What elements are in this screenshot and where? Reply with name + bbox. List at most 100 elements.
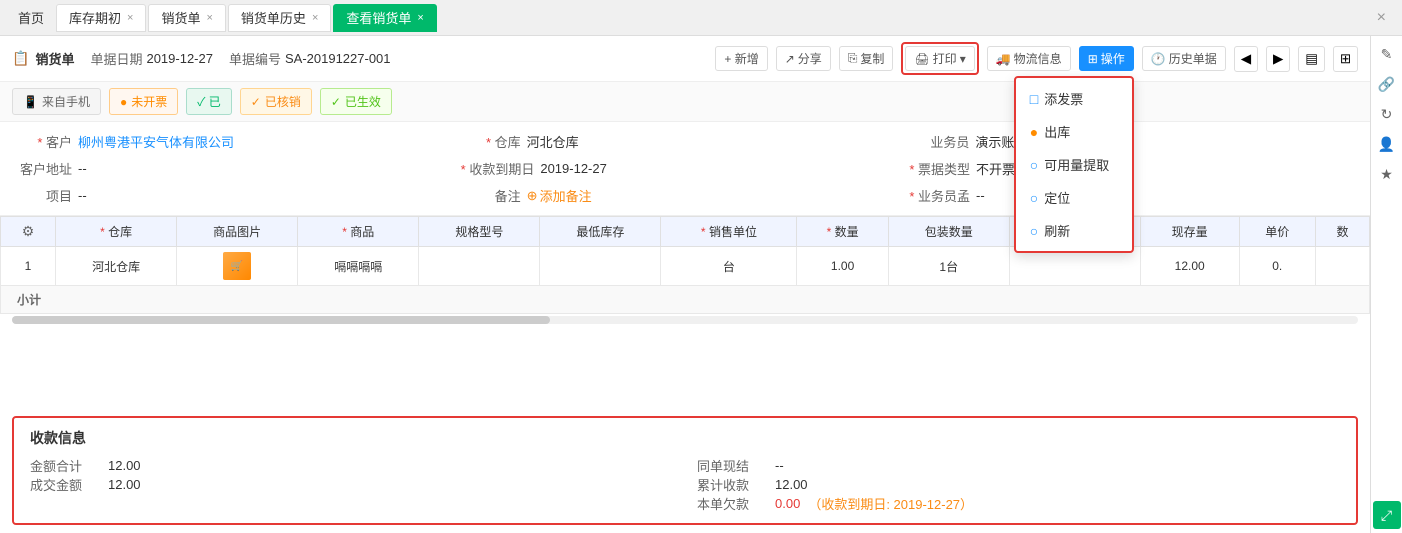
action-bar: 📱 来自手机 ● 未开票 ✓ 已 ✓ 已核销 ✓ 已生效: [0, 82, 1370, 122]
col-sales-unit: 销售单位: [661, 217, 797, 247]
current-owed-label: 本单欠款: [697, 494, 767, 513]
menu-item-refresh[interactable]: ○ 刷新: [1016, 214, 1132, 247]
logistics-button[interactable]: 🚚 物流信息: [987, 46, 1071, 71]
table-wrapper: ⚙ 仓库 商品图片 商品 规格型号 最低库存 销售单位 数量 包装数量 可用量 …: [0, 216, 1370, 408]
view-grid-button[interactable]: ⊞: [1333, 46, 1358, 72]
row-pack-qty: 1台: [888, 247, 1009, 286]
tab-sales-history[interactable]: 销货单历史 ×: [228, 4, 331, 32]
col-pack-qty: 包装数量: [888, 217, 1009, 247]
same-order-settlement-label: 同单现结: [697, 456, 767, 475]
share-button[interactable]: ↗ 分享: [776, 46, 831, 71]
available-qty-icon: ○: [1030, 157, 1038, 173]
print-highlight: 🖨 打印 ▾: [901, 42, 978, 75]
print-dropdown-icon: ▾: [960, 52, 966, 66]
effective-check-icon: ✓: [331, 95, 341, 109]
from-phone-button[interactable]: 📱 来自手机: [12, 88, 101, 115]
print-icon: 🖨: [914, 52, 929, 66]
add-note-button[interactable]: ⊕ 添加备注: [527, 186, 592, 205]
not-open-ticket-button[interactable]: ● 未开票: [109, 88, 178, 115]
toolbar: + 新增 ↗ 分享 ⎘ 复制 🖨 打印 ▾: [715, 42, 1358, 75]
doc-type-icon: 📋: [12, 50, 29, 67]
col-more: 数: [1315, 217, 1369, 247]
customer-row: 客户 柳州粤港平安气体有限公司: [12, 132, 461, 151]
payment-info-panel: 收款信息 金额合计 12.00 成交金额 12.00 同单现结 --: [12, 416, 1358, 525]
scroll-thumb[interactable]: [12, 316, 550, 324]
menu-item-locate[interactable]: ○ 定位: [1016, 181, 1132, 214]
same-order-settlement-row: 同单现结 --: [697, 456, 1340, 475]
transaction-amount-label: 成交金额: [30, 475, 100, 494]
view-list-button[interactable]: ▤: [1298, 46, 1325, 72]
current-owed-value: 0.00: [775, 496, 800, 511]
menu-item-add-invoice[interactable]: □ 添发票: [1016, 82, 1132, 115]
tab-sales-close[interactable]: ×: [206, 12, 212, 24]
cumulative-receipt-value: 12.00: [775, 477, 808, 492]
form-area: 客户 柳州粤港平安气体有限公司 仓库 河北仓库 业务员 演示账号 客户地址 --…: [0, 122, 1370, 216]
doc-meta: 单据日期 2019-12-27 单据编号 SA-20191227-001: [90, 49, 390, 68]
operations-button[interactable]: ⊞ 操作: [1079, 46, 1134, 71]
col-settings[interactable]: ⚙: [1, 217, 56, 247]
right-star-button[interactable]: ★: [1373, 160, 1401, 188]
payment-info-grid: 金额合计 12.00 成交金额 12.00 同单现结 -- 累计收款: [30, 456, 1340, 513]
col-warehouse: 仓库: [56, 217, 177, 247]
row-warehouse: 河北仓库: [56, 247, 177, 286]
tab-view-sales[interactable]: 查看销货单 ×: [333, 4, 436, 32]
new-button[interactable]: + 新增: [715, 46, 767, 71]
tab-sales-history-close[interactable]: ×: [312, 12, 318, 24]
col-unit-price: 单价: [1239, 217, 1315, 247]
confirm-button[interactable]: ✓ 已: [186, 88, 232, 115]
copy-icon: ⎘: [848, 51, 858, 66]
menu-item-available-qty[interactable]: ○ 可用量提取: [1016, 148, 1132, 181]
ticket-icon: ●: [120, 95, 127, 109]
address-label: 客户地址: [12, 159, 72, 178]
right-expand-button[interactable]: ⤢: [1373, 501, 1401, 529]
cumulative-receipt-label: 累计收款: [697, 475, 767, 494]
window-close-button[interactable]: ×: [1369, 9, 1394, 26]
sold-out-badge: ✓ 已核销: [240, 88, 312, 115]
print-button[interactable]: 🖨 打印 ▾: [905, 46, 974, 71]
prev-button[interactable]: ◀: [1234, 46, 1258, 72]
total-amount-label: 金额合计: [30, 456, 100, 475]
date-label: 单据日期: [90, 49, 142, 68]
tab-view-sales-close[interactable]: ×: [417, 12, 423, 24]
check-icon: ✓: [251, 95, 261, 109]
right-user-button[interactable]: 👤: [1373, 130, 1401, 158]
subtotal-row: 小计: [1, 286, 1370, 314]
tab-inventory-close[interactable]: ×: [127, 12, 133, 24]
number-label: 单据编号: [229, 49, 281, 68]
col-current-stock: 现存量: [1140, 217, 1239, 247]
horizontal-scrollbar[interactable]: [12, 316, 1358, 324]
tab-inventory[interactable]: 库存期初 ×: [56, 4, 146, 32]
right-link-button[interactable]: 🔗: [1373, 70, 1401, 98]
right-refresh-button[interactable]: ↻: [1373, 100, 1401, 128]
products-table: ⚙ 仓库 商品图片 商品 规格型号 最低库存 销售单位 数量 包装数量 可用量 …: [0, 216, 1370, 314]
due-date-value: 2019-12-27: [540, 161, 607, 176]
doc-title: 📋 销货单: [12, 49, 74, 68]
project-label: 项目: [12, 186, 72, 205]
ticket-type-label: 票据类型: [909, 159, 970, 178]
customer-value[interactable]: 柳州粤港平安气体有限公司: [78, 132, 234, 151]
copy-button[interactable]: ⎘ 复制: [839, 46, 894, 71]
share-icon: ↗: [785, 52, 795, 66]
col-quantity: 数量: [797, 217, 888, 247]
row-unit-price: 0.: [1239, 247, 1315, 286]
history-button[interactable]: 🕐 历史单据: [1142, 46, 1226, 71]
transaction-amount-row: 成交金额 12.00: [30, 475, 673, 494]
menu-item-warehouse-out[interactable]: ● 出库: [1016, 115, 1132, 148]
refresh-icon: ○: [1030, 223, 1038, 239]
date-value: 2019-12-27: [146, 51, 213, 66]
row-product: 嗝嗝嗝嗝: [298, 247, 419, 286]
settings-icon[interactable]: ⚙: [22, 223, 35, 239]
note-label: 备注: [461, 186, 521, 205]
tab-home[interactable]: 首页: [8, 8, 54, 27]
next-button[interactable]: ▶: [1266, 46, 1290, 72]
sales-rep-label: 业务员孟: [909, 186, 970, 205]
customer-label: 客户: [12, 132, 72, 151]
operations-wrapper: ⊞ 操作 □ 添发票 ● 出库 ○: [1079, 46, 1134, 71]
doc-type-label: 销货单: [35, 49, 74, 68]
row-more: [1315, 247, 1369, 286]
tab-sales[interactable]: 销货单 ×: [148, 4, 225, 32]
row-sales-unit: 台: [661, 247, 797, 286]
col-spec: 规格型号: [419, 217, 540, 247]
operations-menu: □ 添发票 ● 出库 ○ 可用量提取 ○ 定位: [1014, 76, 1134, 253]
right-edit-button[interactable]: ✎: [1373, 40, 1401, 68]
